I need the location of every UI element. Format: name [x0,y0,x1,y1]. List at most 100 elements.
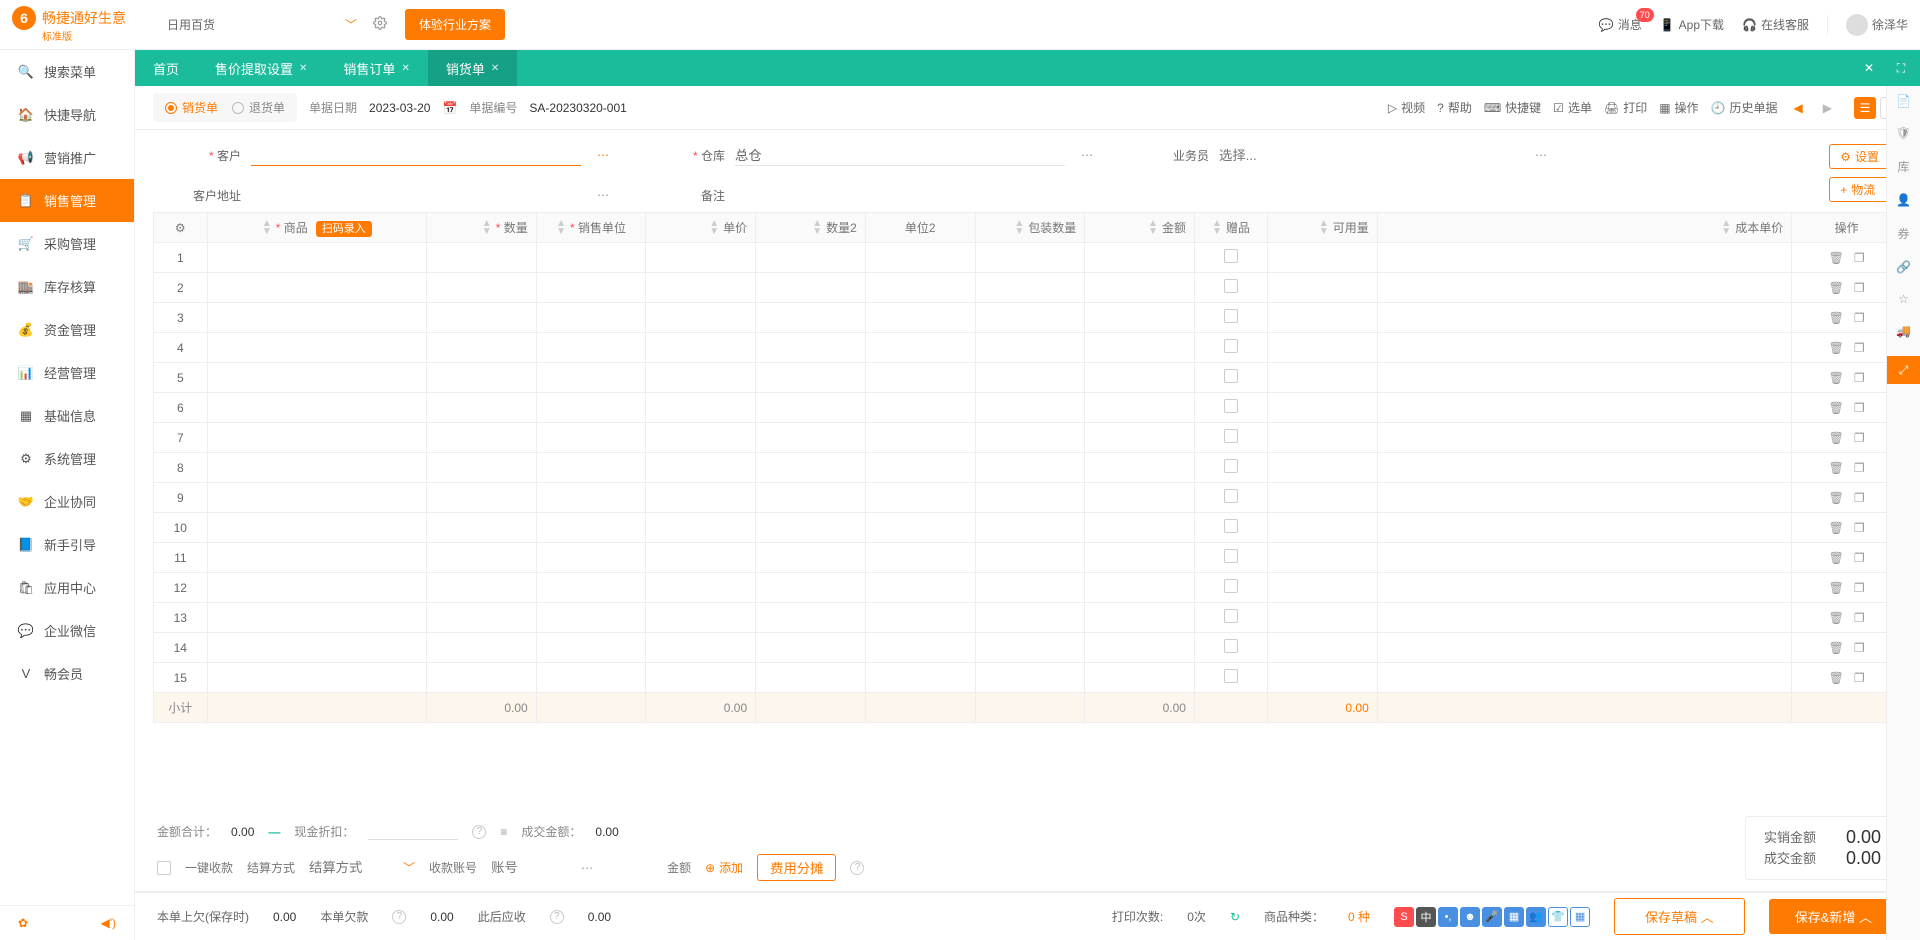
addr-lookup-icon[interactable]: ⋯ [597,188,609,202]
gift-checkbox[interactable] [1224,579,1238,593]
delete-row-icon[interactable]: 🗑 [1829,671,1844,685]
cell-product[interactable] [207,303,426,333]
cost-share-button[interactable]: 费用分摊 [757,854,836,881]
cell-unit[interactable] [536,243,646,273]
cell-amount[interactable] [1085,363,1195,393]
cell-amount[interactable] [1085,543,1195,573]
cell-unit2[interactable] [865,273,975,303]
rail-star-icon[interactable]: ☆ [1898,292,1909,306]
tab-1[interactable]: 售价提取设置✕ [197,50,325,86]
cell-amount[interactable] [1085,423,1195,453]
cell-qty2[interactable] [756,453,866,483]
table-row[interactable]: 12🗑❐ [154,573,1902,603]
close-icon[interactable]: ✕ [401,63,409,74]
col-gift[interactable]: 赠品 [1194,213,1267,243]
cell-amount[interactable] [1085,573,1195,603]
cell-product[interactable] [207,453,426,483]
tab-fullscreen-icon[interactable]: ⛶ [1886,53,1916,83]
sidebar-item-2[interactable]: 📢营销推广 [0,136,134,179]
cell-amount[interactable] [1085,483,1195,513]
cell-qty2[interactable] [756,363,866,393]
col-cost-price[interactable]: 成本单价 [1377,213,1791,243]
col-amount[interactable]: 金额 [1085,213,1195,243]
cell-qty2[interactable] [756,333,866,363]
shortcut-button[interactable]: ⌨快捷键 [1484,99,1541,116]
settle-method-input[interactable] [309,857,389,879]
cell-product[interactable] [207,663,426,693]
cell-qty[interactable] [427,273,537,303]
cell-price[interactable] [646,663,756,693]
rail-ticket-icon[interactable]: 券 [1897,225,1909,242]
cell-price[interactable] [646,453,756,483]
rail-truck-icon[interactable]: 🚚 [1896,324,1911,338]
rail-box-icon[interactable]: 库 [1897,158,1909,175]
cell-gift[interactable] [1194,483,1267,513]
cell-qty2[interactable] [756,543,866,573]
cell-qty[interactable] [427,603,537,633]
add-payment-button[interactable]: ⊕添加 [705,859,743,876]
delete-row-icon[interactable]: 🗑 [1829,641,1844,655]
cell-qty2[interactable] [756,423,866,453]
delete-row-icon[interactable]: 🗑 [1829,251,1844,265]
col-price[interactable]: 单价 [646,213,756,243]
copy-row-icon[interactable]: ❐ [1854,401,1865,415]
cell-qty2[interactable] [756,573,866,603]
delete-row-icon[interactable]: 🗑 [1829,491,1844,505]
table-row[interactable]: 11🗑❐ [154,543,1902,573]
copy-row-icon[interactable]: ❐ [1854,251,1865,265]
tab-3[interactable]: 销货单✕ [428,50,517,86]
cell-product[interactable] [207,423,426,453]
cell-unit[interactable] [536,663,646,693]
cell-cost[interactable] [1377,333,1791,363]
close-icon[interactable]: ✕ [299,63,307,74]
sidebar-item-12[interactable]: 🛍应用中心 [0,566,134,609]
copy-row-icon[interactable]: ❐ [1854,611,1865,625]
cell-unit[interactable] [536,603,646,633]
app-download-button[interactable]: 📱 App下载 [1660,16,1724,33]
cell-price[interactable] [646,333,756,363]
cell-pack[interactable] [975,393,1085,423]
table-row[interactable]: 15🗑❐ [154,663,1902,693]
sidebar-item-0[interactable]: 🔍搜索菜单 [0,50,134,93]
cell-unit2[interactable] [865,603,975,633]
cell-pack[interactable] [975,633,1085,663]
user-menu[interactable]: 徐泽华 [1846,14,1908,36]
rail-shield-icon[interactable]: 🛡 [1896,126,1911,140]
cell-qty[interactable] [427,573,537,603]
cell-unit[interactable] [536,573,646,603]
cell-amount[interactable] [1085,393,1195,423]
cell-cost[interactable] [1377,453,1791,483]
cell-unit[interactable] [536,273,646,303]
ime-widget[interactable]: S 中 •, ☻ 🎤 ▦ 👥 👕 ▦ [1394,907,1590,927]
radio-return[interactable]: 退货单 [232,99,285,116]
cell-qty[interactable] [427,243,537,273]
cell-pack[interactable] [975,333,1085,363]
copy-row-icon[interactable]: ❐ [1854,431,1865,445]
cell-cost[interactable] [1377,273,1791,303]
cell-unit2[interactable] [865,513,975,543]
table-row[interactable]: 8🗑❐ [154,453,1902,483]
cell-gift[interactable] [1194,633,1267,663]
cell-unit2[interactable] [865,453,975,483]
cell-unit2[interactable] [865,363,975,393]
delete-row-icon[interactable]: 🗑 [1829,461,1844,475]
select-bill-button[interactable]: ☑选单 [1553,99,1592,116]
receipt-account-input[interactable] [491,857,561,879]
cell-product[interactable] [207,573,426,603]
gift-checkbox[interactable] [1224,309,1238,323]
delete-row-icon[interactable]: 🗑 [1829,311,1844,325]
cell-qty2[interactable] [756,603,866,633]
col-pack-qty[interactable]: 包装数量 [975,213,1085,243]
cell-gift[interactable] [1194,363,1267,393]
cell-qty[interactable] [427,483,537,513]
cell-unit[interactable] [536,303,646,333]
cell-amount[interactable] [1085,303,1195,333]
cell-unit2[interactable] [865,243,975,273]
table-row[interactable]: 4🗑❐ [154,333,1902,363]
refresh-icon[interactable]: ↻ [1230,910,1240,924]
close-icon[interactable]: ✕ [491,63,499,74]
cell-cost[interactable] [1377,663,1791,693]
customer-addr-input[interactable] [251,184,581,206]
delete-row-icon[interactable]: 🗑 [1829,281,1844,295]
print-button[interactable]: 🖨打印 [1604,99,1647,116]
